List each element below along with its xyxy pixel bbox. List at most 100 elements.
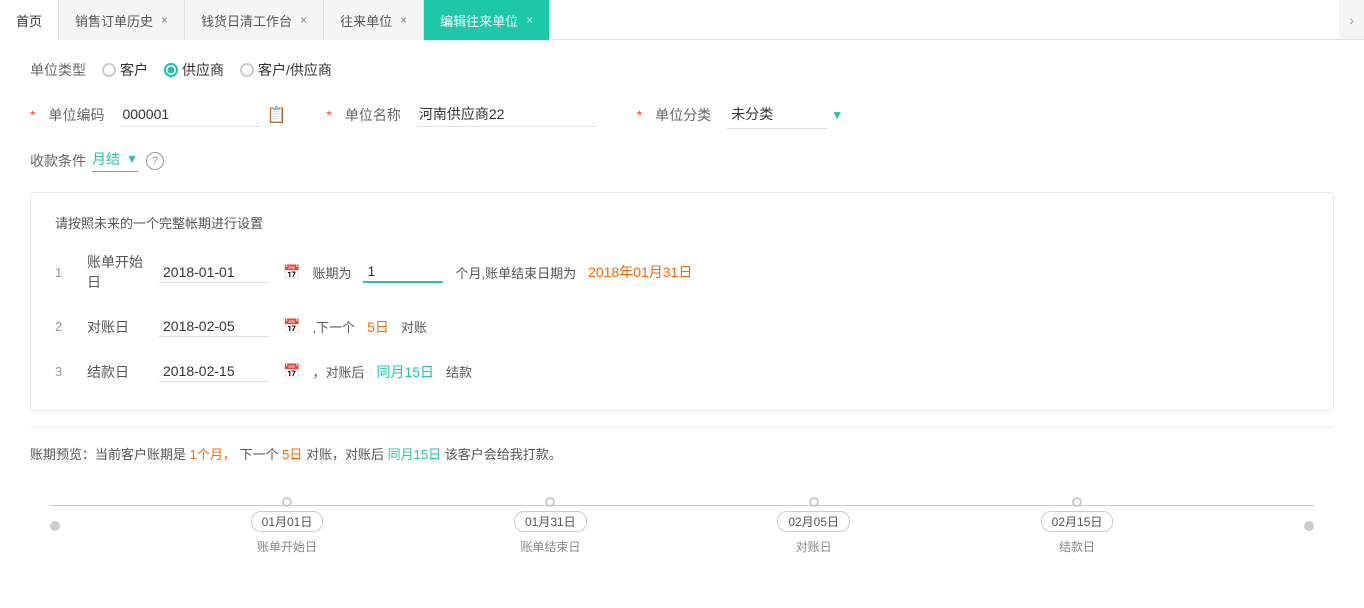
- timeline-node-3-label: 对账日: [796, 538, 832, 555]
- timeline-node-1-label: 账单开始日: [257, 538, 317, 555]
- unit-info-row: * 单位编码 📋 * 单位名称 * 单位分类 未分类 ▼: [30, 100, 1334, 129]
- preview-part2-text: 对账，对账后: [306, 447, 384, 462]
- tab-home-label: 首页: [16, 11, 42, 30]
- timeline-node-1-dot: [282, 497, 292, 507]
- tab-partner-close[interactable]: ×: [400, 13, 407, 27]
- help-icon[interactable]: ?: [146, 152, 164, 170]
- tab-cashwork-label: 钱货日清工作台: [201, 11, 292, 30]
- unit-category-label: 单位分类: [655, 105, 711, 125]
- preview-part3-highlight: 同月15日: [388, 447, 441, 462]
- preview-section: 账期预览：当前客户账期是 1个月， 下一个 5日 对账，对账后 同月15日 该客…: [30, 427, 1334, 581]
- unit-category-arrow[interactable]: ▼: [831, 108, 843, 122]
- row-3-desc-prefix: ，对账后: [312, 362, 364, 381]
- radio-customer-circle: [102, 63, 116, 77]
- preview-text: 账期预览：当前客户账期是 1个月， 下一个 5日 对账，对账后 同月15日 该客…: [30, 444, 1334, 463]
- unit-type-row: 单位类型 客户 供应商 客户/供应商: [30, 60, 1334, 80]
- settings-panel: 请按照未来的一个完整帐期进行设置 1 账单开始日 📅 账期为 个月,账单结束日期…: [30, 192, 1334, 411]
- payment-row: 收款条件 月结 ▼ ?: [30, 149, 1334, 172]
- row-3-calendar-icon[interactable]: 📅: [283, 363, 300, 380]
- row-2-desc-highlight: 5日: [367, 317, 389, 337]
- timeline-node-2: 01月31日 账单结束日: [514, 497, 587, 555]
- unit-code-label: 单位编码: [48, 105, 104, 125]
- payment-condition-select[interactable]: 月结 ▼: [92, 149, 138, 172]
- panel-row-1: 1 账单开始日 📅 账期为 个月,账单结束日期为 2018年01月31日: [55, 252, 1309, 292]
- tab-edit-partner[interactable]: 编辑往来单位 ×: [424, 0, 550, 40]
- timeline-node-1-badge: 01月01日: [251, 511, 324, 532]
- radio-supplier-circle: [164, 63, 178, 77]
- row-1-period-unit: 个月,账单结束日期为: [455, 263, 576, 282]
- row-3-label: 结款日: [87, 362, 147, 382]
- timeline: 01月01日 账单开始日 01月31日 账单结束日 02月05日 对账日: [30, 487, 1334, 565]
- radio-customer-label: 客户: [120, 60, 148, 80]
- unit-code-input[interactable]: [120, 102, 260, 127]
- tab-partner-label: 往来单位: [340, 11, 392, 30]
- tab-edit-partner-label: 编辑往来单位: [440, 11, 518, 30]
- payment-condition-label: 收款条件: [30, 151, 86, 171]
- timeline-node-4-dot: [1072, 497, 1082, 507]
- timeline-node-4: 02月15日 结款日: [1041, 497, 1114, 555]
- timeline-node-3-dot: [809, 497, 819, 507]
- row-2-label: 对账日: [87, 317, 147, 337]
- row-2-number: 2: [55, 319, 75, 334]
- row-3-number: 3: [55, 364, 75, 379]
- radio-both-label: 客户/供应商: [258, 60, 332, 80]
- payment-condition-arrow[interactable]: ▼: [126, 152, 138, 166]
- row-2-calendar-icon[interactable]: 📅: [283, 318, 300, 335]
- unit-type-label: 单位类型: [30, 60, 86, 80]
- row-3-date-input[interactable]: [159, 361, 269, 382]
- panel-row-2: 2 对账日 📅 ,下一个 5日 对账: [55, 316, 1309, 337]
- row-1-date-input[interactable]: [159, 262, 269, 283]
- timeline-start: [50, 521, 60, 531]
- tab-sales-history-close[interactable]: ×: [161, 13, 168, 27]
- timeline-node-2-badge: 01月31日: [514, 511, 587, 532]
- row-1-period-input[interactable]: [363, 261, 443, 283]
- row-1-period-label: 账期为: [312, 263, 351, 282]
- unit-name-required: *: [326, 107, 331, 123]
- main-content: 单位类型 客户 供应商 客户/供应商 * 单位编码 📋 * 单位名称 *: [0, 40, 1364, 608]
- tab-expand-button[interactable]: ›: [1339, 0, 1364, 39]
- panel-title: 请按照未来的一个完整帐期进行设置: [55, 213, 1309, 232]
- preview-part2-highlight: 5日: [282, 447, 302, 462]
- row-1-number: 1: [55, 265, 75, 280]
- preview-part1-highlight: 1个月，: [190, 447, 236, 462]
- timeline-node-2-dot: [545, 497, 555, 507]
- preview-part3-text: 该客户会给我打款。: [445, 447, 562, 462]
- tab-edit-partner-close[interactable]: ×: [526, 13, 533, 27]
- unit-name-input[interactable]: [417, 102, 597, 127]
- tab-home[interactable]: 首页: [0, 0, 59, 40]
- row-3-desc-suffix: 结款: [446, 362, 472, 381]
- tab-partner[interactable]: 往来单位 ×: [324, 0, 424, 40]
- tab-cashwork-close[interactable]: ×: [300, 13, 307, 27]
- timeline-node-4-label: 结款日: [1059, 538, 1095, 555]
- timeline-node-4-badge: 02月15日: [1041, 511, 1114, 532]
- preview-part1-text: 下一个: [240, 447, 279, 462]
- row-3-desc-highlight: 同月15日: [376, 362, 434, 382]
- payment-condition-value: 月结: [92, 149, 120, 169]
- row-1-label: 账单开始日: [87, 252, 147, 292]
- panel-row-3: 3 结款日 📅 ，对账后 同月15日 结款: [55, 361, 1309, 382]
- radio-customer[interactable]: 客户: [102, 60, 148, 80]
- timeline-node-3: 02月05日 对账日: [777, 497, 850, 555]
- tab-bar: 首页 销售订单历史 × 钱货日清工作台 × 往来单位 × 编辑往来单位 × ›: [0, 0, 1364, 40]
- unit-type-radio-group: 客户 供应商 客户/供应商: [102, 60, 332, 80]
- radio-both-circle: [240, 63, 254, 77]
- timeline-node-1: 01月01日 账单开始日: [251, 497, 324, 555]
- timeline-node-3-badge: 02月05日: [777, 511, 850, 532]
- row-2-date-input[interactable]: [159, 316, 269, 337]
- tab-sales-history-label: 销售订单历史: [75, 11, 153, 30]
- timeline-node-2-label: 账单结束日: [520, 538, 580, 555]
- tab-cashwork[interactable]: 钱货日清工作台 ×: [185, 0, 324, 40]
- unit-category-select[interactable]: 未分类 ▼: [727, 100, 843, 129]
- unit-code-icon[interactable]: 📋: [266, 105, 286, 125]
- tab-sales-history[interactable]: 销售订单历史 ×: [59, 0, 185, 40]
- radio-supplier-label: 供应商: [182, 60, 224, 80]
- unit-category-required: *: [637, 107, 642, 123]
- radio-both[interactable]: 客户/供应商: [240, 60, 332, 80]
- unit-code-required: *: [30, 107, 35, 123]
- row-2-desc-prefix: ,下一个: [312, 317, 355, 336]
- row-1-calendar-icon[interactable]: 📅: [283, 264, 300, 281]
- timeline-line: [50, 505, 1314, 506]
- unit-name-label: 单位名称: [345, 105, 401, 125]
- timeline-container: 01月01日 账单开始日 01月31日 账单结束日 02月05日 对账日: [50, 497, 1314, 555]
- radio-supplier[interactable]: 供应商: [164, 60, 224, 80]
